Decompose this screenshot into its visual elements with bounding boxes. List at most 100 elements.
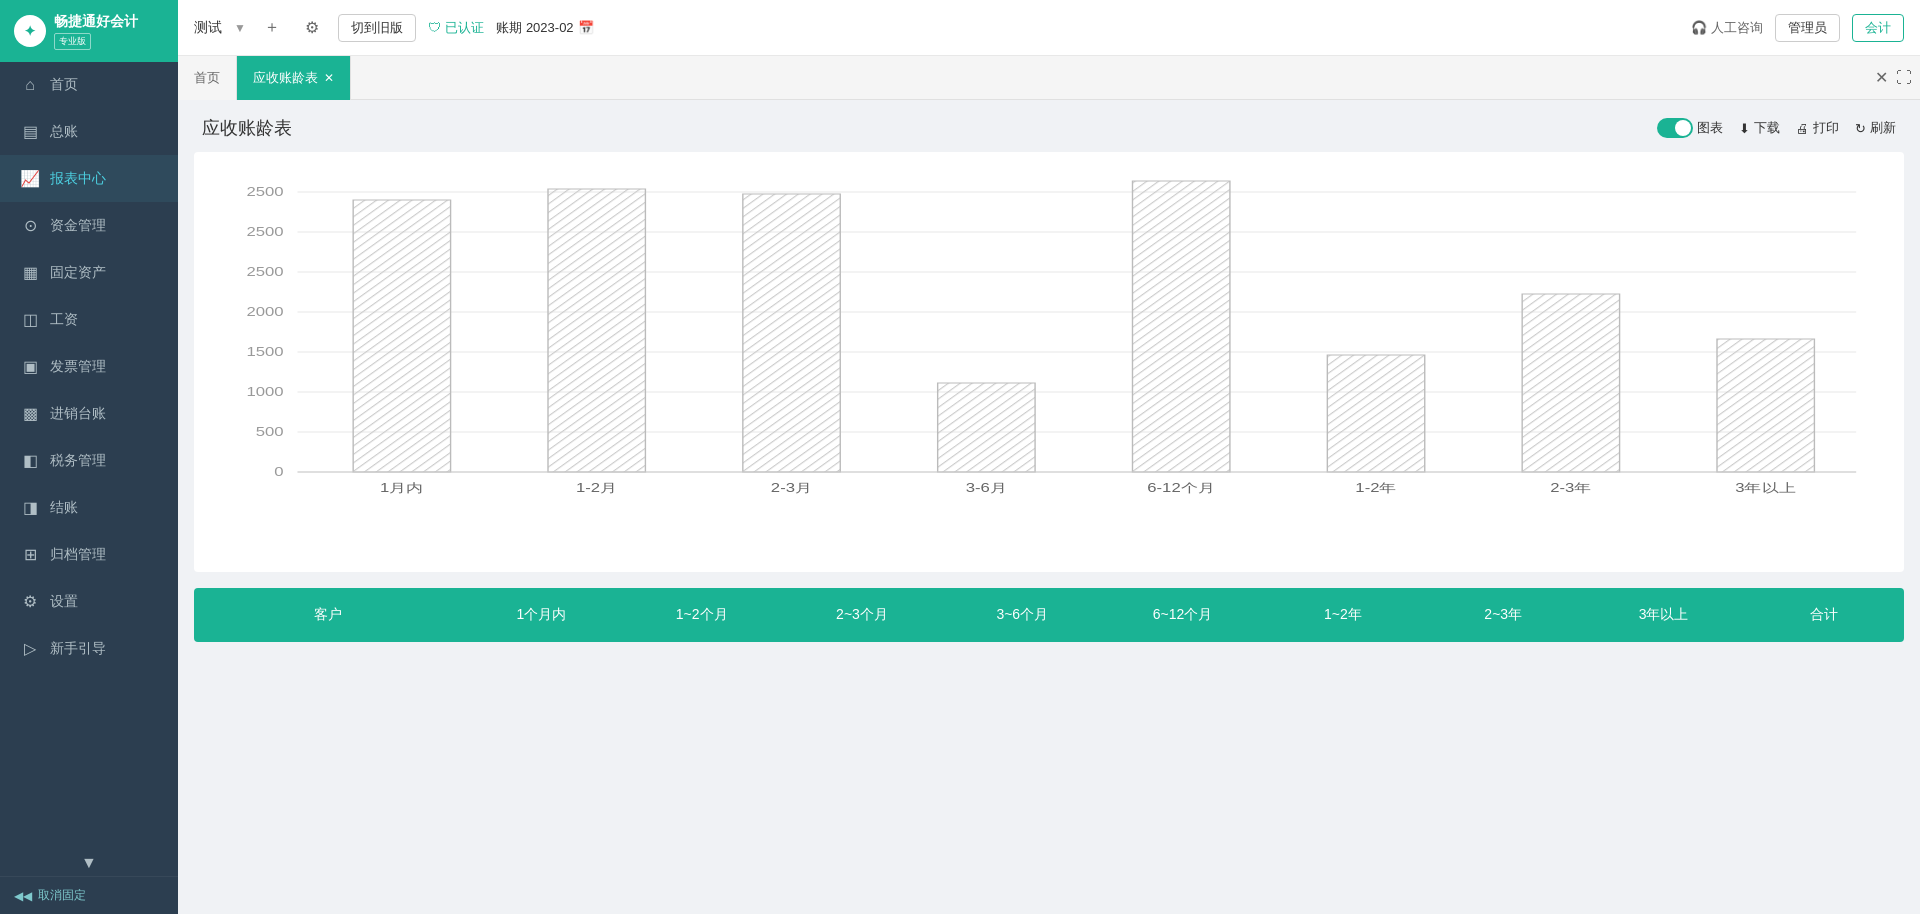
switch-version-button[interactable]: 切到旧版 <box>338 14 416 42</box>
sidebar-item-payroll[interactable]: ◫ 工资 <box>0 296 178 343</box>
tab-aging[interactable]: 应收账龄表 ✕ <box>237 56 351 100</box>
sidebar-scroll-down[interactable]: ▼ <box>0 850 178 876</box>
verified-badge: 🛡 已认证 <box>428 19 484 37</box>
col-2-3year: 2~3年 <box>1423 588 1583 642</box>
role-button[interactable]: 会计 <box>1852 14 1904 42</box>
inventory-icon: ▩ <box>20 404 40 423</box>
svg-text:1月内: 1月内 <box>380 481 424 494</box>
tabbar: 首页 应收账龄表 ✕ ✕ ⛶ <box>178 56 1920 100</box>
page-title: 应收账龄表 <box>202 116 292 140</box>
col-1month: 1个月内 <box>461 588 621 642</box>
download-label: 下载 <box>1754 119 1780 137</box>
period-value: 2023-02 <box>526 20 574 35</box>
sidebar-item-assets[interactable]: ▦ 固定资产 <box>0 249 178 296</box>
sidebar-item-invoice-label: 发票管理 <box>50 358 106 376</box>
archive-icon: ⊞ <box>20 545 40 564</box>
sidebar-item-funds[interactable]: ⊙ 资金管理 <box>0 202 178 249</box>
sidebar-item-closing-label: 结账 <box>50 499 78 517</box>
expand-button[interactable]: ⛶ <box>1896 69 1912 87</box>
sidebar-item-payroll-label: 工资 <box>50 311 78 329</box>
tax-icon: ◧ <box>20 451 40 470</box>
col-2-3month: 2~3个月 <box>782 588 942 642</box>
bar-1-2月 <box>548 189 645 472</box>
sidebar-item-home-label: 首页 <box>50 76 78 94</box>
cancel-fixed-btn[interactable]: ◀◀ 取消固定 <box>0 876 178 914</box>
svg-text:2000: 2000 <box>246 305 283 318</box>
refresh-button[interactable]: ↻ 刷新 <box>1855 119 1896 137</box>
sidebar-item-funds-label: 资金管理 <box>50 217 106 235</box>
bar-2-3月 <box>743 194 840 472</box>
sidebar-item-tax-label: 税务管理 <box>50 452 106 470</box>
svg-text:1000: 1000 <box>246 385 283 398</box>
content-area: 应收账龄表 图表 ⬇ 下载 🖨 打印 ↻ 刷新 <box>178 100 1920 914</box>
pin-icon: ◀◀ <box>14 889 32 903</box>
sidebar-item-assets-label: 固定资产 <box>50 264 106 282</box>
print-label: 打印 <box>1813 119 1839 137</box>
page-header: 应收账龄表 图表 ⬇ 下载 🖨 打印 ↻ 刷新 <box>178 100 1920 152</box>
sidebar-item-reports[interactable]: 📈 报表中心 <box>0 155 178 202</box>
tab-home[interactable]: 首页 <box>178 56 237 100</box>
consult-button[interactable]: 🎧 人工咨询 <box>1691 19 1763 37</box>
payroll-icon: ◫ <box>20 310 40 329</box>
svg-text:2500: 2500 <box>246 225 283 238</box>
sidebar-item-ledger[interactable]: ▤ 总账 <box>0 108 178 155</box>
settings-button[interactable]: ⚙ <box>298 14 326 42</box>
home-icon: ⌂ <box>20 76 40 94</box>
chart-toggle[interactable]: 图表 <box>1657 118 1723 138</box>
bar-chart: 2500 2500 2500 2000 1500 1000 500 0 <box>214 172 1884 532</box>
app-name: 畅捷通好会计 <box>54 12 138 30</box>
col-3-6month: 3~6个月 <box>942 588 1102 642</box>
tab-aging-label: 应收账龄表 <box>253 69 318 87</box>
svg-text:6-12个月: 6-12个月 <box>1147 481 1215 494</box>
main-area: 测试 ▼ ＋ ⚙ 切到旧版 🛡 已认证 账期 2023-02 📅 🎧 人工咨询 … <box>178 0 1920 914</box>
period-label: 账期 <box>496 19 522 37</box>
sidebar-item-home[interactable]: ⌂ 首页 <box>0 62 178 108</box>
app-badge: 专业版 <box>54 33 91 50</box>
shield-icon: 🛡 <box>428 20 441 35</box>
col-1-2month: 1~2个月 <box>622 588 782 642</box>
add-button[interactable]: ＋ <box>258 14 286 42</box>
svg-text:0: 0 <box>274 465 283 478</box>
sidebar-item-invoice[interactable]: ▣ 发票管理 <box>0 343 178 390</box>
bar-2-3年 <box>1522 294 1619 472</box>
tabbar-actions: ✕ ⛶ <box>1867 68 1920 87</box>
chart-svg: 2500 2500 2500 2000 1500 1000 500 0 <box>214 172 1884 532</box>
svg-text:2500: 2500 <box>246 265 283 278</box>
sidebar-item-tax[interactable]: ◧ 税务管理 <box>0 437 178 484</box>
topbar: 测试 ▼ ＋ ⚙ 切到旧版 🛡 已认证 账期 2023-02 📅 🎧 人工咨询 … <box>178 0 1920 56</box>
tab-aging-close[interactable]: ✕ <box>324 71 334 85</box>
bar-3-6月 <box>938 383 1035 472</box>
svg-text:1-2年: 1-2年 <box>1355 481 1396 494</box>
project-dropdown-icon[interactable]: ▼ <box>234 21 246 35</box>
refresh-icon: ↻ <box>1855 121 1866 136</box>
sidebar-item-settings[interactable]: ⚙ 设置 <box>0 578 178 625</box>
data-table: 客户 1个月内 1~2个月 2~3个月 3~6个月 6~12个月 1~2年 2~… <box>194 588 1904 642</box>
sidebar-item-settings-label: 设置 <box>50 593 78 611</box>
close-panel-button[interactable]: ✕ <box>1875 68 1888 87</box>
logo-icon: ✦ <box>14 15 46 47</box>
print-button[interactable]: 🖨 打印 <box>1796 119 1839 137</box>
headset-icon: 🎧 <box>1691 20 1707 35</box>
ledger-icon: ▤ <box>20 122 40 141</box>
funds-icon: ⊙ <box>20 216 40 235</box>
sidebar-logo: ✦ 畅捷通好会计 专业版 <box>0 0 178 62</box>
svg-text:2-3年: 2-3年 <box>1550 481 1591 494</box>
sidebar-item-closing[interactable]: ◨ 结账 <box>0 484 178 531</box>
calendar-icon[interactable]: 📅 <box>578 20 594 35</box>
guide-icon: ▷ <box>20 639 40 658</box>
chart-toggle-switch[interactable] <box>1657 118 1693 138</box>
settings-icon: ⚙ <box>20 592 40 611</box>
user-button[interactable]: 管理员 <box>1775 14 1840 42</box>
download-button[interactable]: ⬇ 下载 <box>1739 119 1780 137</box>
bar-6-12月 <box>1133 181 1230 472</box>
svg-text:3年以上: 3年以上 <box>1735 481 1796 494</box>
project-name: 测试 <box>194 19 222 37</box>
sidebar-item-guide[interactable]: ▷ 新手引导 <box>0 625 178 672</box>
sidebar-item-archive[interactable]: ⊞ 归档管理 <box>0 531 178 578</box>
print-icon: 🖨 <box>1796 121 1809 136</box>
reports-icon: 📈 <box>20 169 40 188</box>
sidebar: ✦ 畅捷通好会计 专业版 ⌂ 首页 ▤ 总账 📈 报表中心 ⊙ 资金管理 ▦ 固… <box>0 0 178 914</box>
logo-text-group: 畅捷通好会计 专业版 <box>54 12 138 50</box>
sidebar-nav: ⌂ 首页 ▤ 总账 📈 报表中心 ⊙ 资金管理 ▦ 固定资产 ◫ 工资 ▣ 发票… <box>0 62 178 850</box>
sidebar-item-inventory[interactable]: ▩ 进销台账 <box>0 390 178 437</box>
